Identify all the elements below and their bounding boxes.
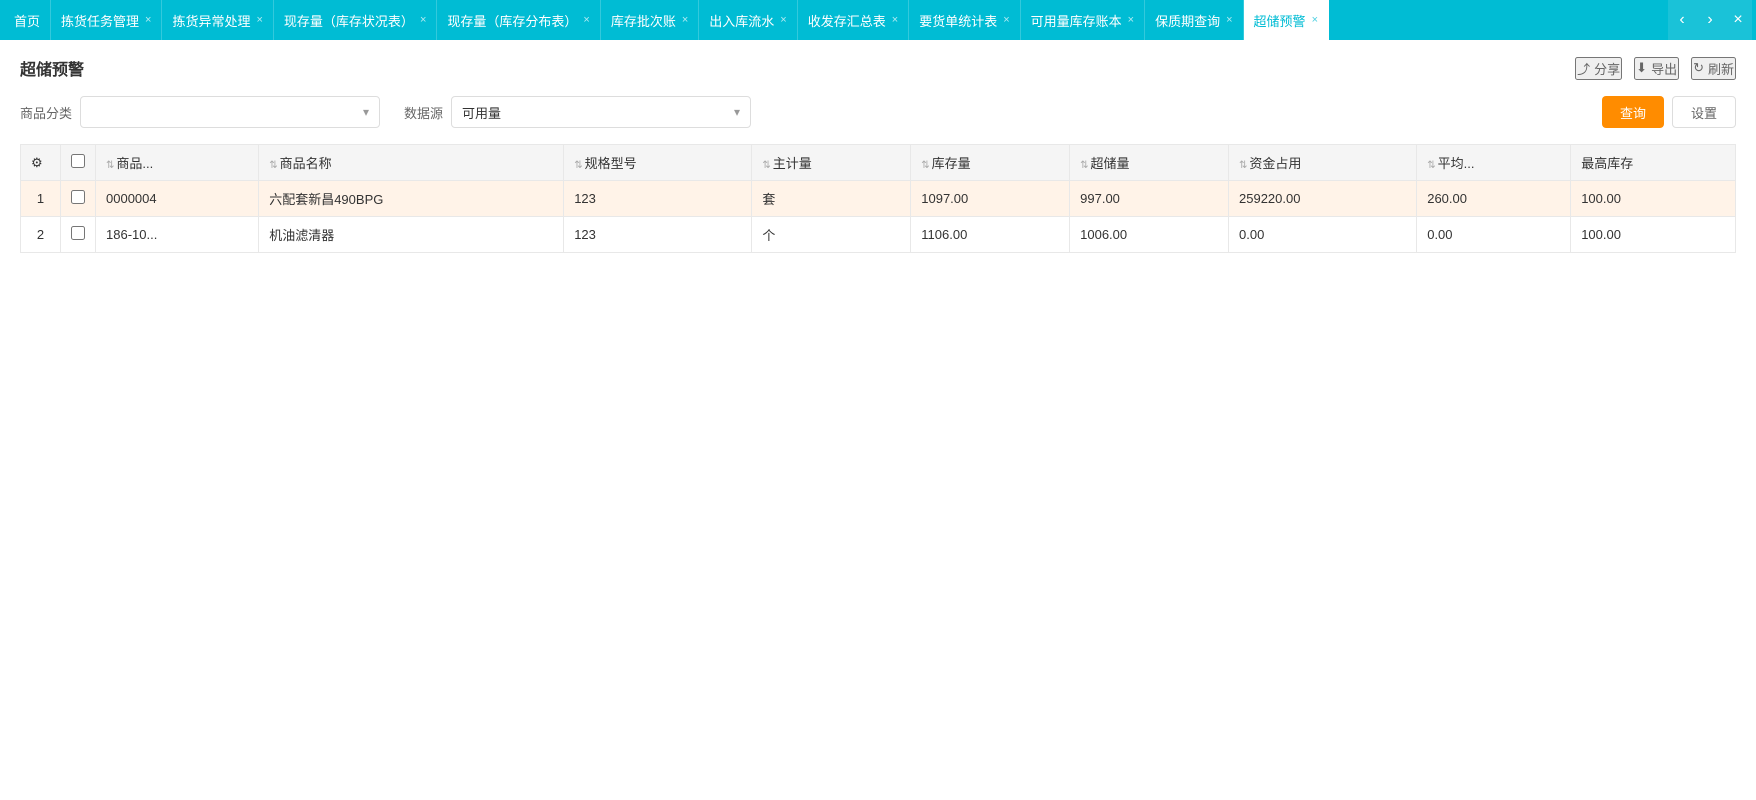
cell-spec: 123 [564, 217, 752, 253]
column-overstock[interactable]: ⇅超储量 [1070, 145, 1229, 181]
header-actions: ⤴ 分享 ⬇ 导出 ↻ 刷新 [1575, 57, 1736, 80]
cell-product-name: 机油滤清器 [259, 217, 564, 253]
page-content: 超储预警 ⤴ 分享 ⬇ 导出 ↻ 刷新 商品分类 ▾ 数据源 [0, 40, 1756, 800]
cell-unit: 套 [752, 181, 911, 217]
category-label: 商品分类 [20, 103, 72, 122]
nav-close-icon[interactable]: × [892, 14, 898, 26]
cell-capital: 259220.00 [1229, 181, 1417, 217]
nav-item-------[interactable]: 要货单统计表× [909, 0, 1020, 40]
settings-button[interactable]: 设置 [1672, 96, 1736, 128]
category-filter: 商品分类 ▾ [20, 96, 380, 128]
column-stock[interactable]: ⇅库存量 [911, 145, 1070, 181]
table-row: 2 186-10... 机油滤清器 123 个 1106.00 1006.00 … [21, 217, 1736, 253]
nav-item---[interactable]: 首页 [4, 0, 51, 40]
cell-stock: 1106.00 [911, 217, 1070, 253]
page-title: 超储预警 [20, 56, 84, 80]
nav-close-icon[interactable]: × [1003, 14, 1009, 26]
row-checkbox-cell [61, 181, 96, 217]
share-button[interactable]: ⤴ 分享 [1575, 57, 1622, 80]
row-number: 1 [21, 181, 61, 217]
nav-arrow-left[interactable]: ‹ [1668, 0, 1696, 40]
cell-product-code: 0000004 [96, 181, 259, 217]
nav-item-----------[interactable]: 现存量（库存状况表）× [274, 0, 437, 40]
query-button[interactable]: 查询 [1602, 96, 1664, 128]
page-header: 超储预警 ⤴ 分享 ⬇ 导出 ↻ 刷新 [20, 56, 1736, 80]
nav-item------[interactable]: 出入库流水× [699, 0, 797, 40]
nav-item--------[interactable]: 可用量库存账本× [1021, 0, 1145, 40]
data-table: ⚙ ⇅商品... ⇅商品名称 ⇅规格型号 ⇅主计量 ⇅库存量 ⇅超储量 ⇅资金占… [20, 144, 1736, 253]
nav-close-icon[interactable]: × [256, 14, 262, 26]
cell-product-code: 186-10... [96, 217, 259, 253]
row-checkbox[interactable] [71, 190, 85, 204]
table-header: ⚙ ⇅商品... ⇅商品名称 ⇅规格型号 ⇅主计量 ⇅库存量 ⇅超储量 ⇅资金占… [21, 145, 1736, 181]
column-avg[interactable]: ⇅平均... [1417, 145, 1571, 181]
column-product-name[interactable]: ⇅商品名称 [259, 145, 564, 181]
nav-item------[interactable]: 保质期查询× [1145, 0, 1243, 40]
nav-close-icon[interactable]: × [145, 14, 151, 26]
nav-close-icon[interactable]: × [780, 14, 786, 26]
refresh-icon: ↻ [1693, 60, 1704, 76]
column-product-code[interactable]: ⇅商品... [96, 145, 259, 181]
cell-avg: 260.00 [1417, 181, 1571, 217]
cell-stock: 1097.00 [911, 181, 1070, 217]
column-spec[interactable]: ⇅规格型号 [564, 145, 752, 181]
cell-max-stock: 100.00 [1571, 181, 1736, 217]
filter-row: 商品分类 ▾ 数据源 可用量 ▾ 查询 设置 [20, 96, 1736, 128]
row-checkbox[interactable] [71, 226, 85, 240]
select-all-checkbox[interactable] [71, 154, 85, 168]
nav-item-------[interactable]: 拣货任务管理× [51, 0, 162, 40]
export-icon: ⬇ [1636, 60, 1647, 76]
nav-arrows: ‹ › × [1668, 0, 1752, 40]
nav-arrow-close[interactable]: × [1724, 0, 1752, 40]
cell-spec: 123 [564, 181, 752, 217]
nav-item-------[interactable]: 收发存汇总表× [798, 0, 909, 40]
export-button[interactable]: ⬇ 导出 [1634, 57, 1679, 80]
nav-close-icon[interactable]: × [583, 14, 589, 26]
nav-item-----[interactable]: 超储预警× [1244, 0, 1329, 40]
datasource-value: 可用量 [462, 103, 501, 122]
nav-arrow-right[interactable]: › [1696, 0, 1724, 40]
refresh-button[interactable]: ↻ 刷新 [1691, 57, 1736, 80]
nav-close-icon[interactable]: × [1226, 14, 1232, 26]
datasource-label: 数据源 [404, 103, 443, 122]
nav-close-icon[interactable]: × [1312, 14, 1318, 26]
datasource-select[interactable]: 可用量 ▾ [451, 96, 751, 128]
column-gear[interactable]: ⚙ [21, 145, 61, 181]
nav-close-icon[interactable]: × [682, 14, 688, 26]
table-row: 1 0000004 六配套新昌490BPG 123 套 1097.00 997.… [21, 181, 1736, 217]
cell-max-stock: 100.00 [1571, 217, 1736, 253]
filter-actions: 查询 设置 [1602, 96, 1736, 128]
cell-unit: 个 [752, 217, 911, 253]
nav-close-icon[interactable]: × [1128, 14, 1134, 26]
row-checkbox-cell [61, 217, 96, 253]
cell-product-name: 六配套新昌490BPG [259, 181, 564, 217]
nav-item------[interactable]: 库存批次账× [601, 0, 699, 40]
table-body: 1 0000004 六配套新昌490BPG 123 套 1097.00 997.… [21, 181, 1736, 253]
row-number: 2 [21, 217, 61, 253]
datasource-filter: 数据源 可用量 ▾ [404, 96, 751, 128]
nav-item-----------[interactable]: 现存量（库存分布表）× [437, 0, 600, 40]
column-max-stock[interactable]: 最高库存 [1571, 145, 1736, 181]
category-select[interactable]: ▾ [80, 96, 380, 128]
column-checkbox [61, 145, 96, 181]
column-unit[interactable]: ⇅主计量 [752, 145, 911, 181]
cell-avg: 0.00 [1417, 217, 1571, 253]
share-icon: ⤴ [1577, 59, 1590, 78]
nav-item-------[interactable]: 拣货异常处理× [162, 0, 273, 40]
top-navigation: 首页拣货任务管理×拣货异常处理×现存量（库存状况表）×现存量（库存分布表）×库存… [0, 0, 1756, 40]
chevron-down-icon: ▾ [363, 105, 369, 119]
chevron-down-icon-2: ▾ [734, 105, 740, 119]
cell-capital: 0.00 [1229, 217, 1417, 253]
column-capital[interactable]: ⇅资金占用 [1229, 145, 1417, 181]
cell-overstock: 997.00 [1070, 181, 1229, 217]
cell-overstock: 1006.00 [1070, 217, 1229, 253]
nav-close-icon[interactable]: × [420, 14, 426, 26]
